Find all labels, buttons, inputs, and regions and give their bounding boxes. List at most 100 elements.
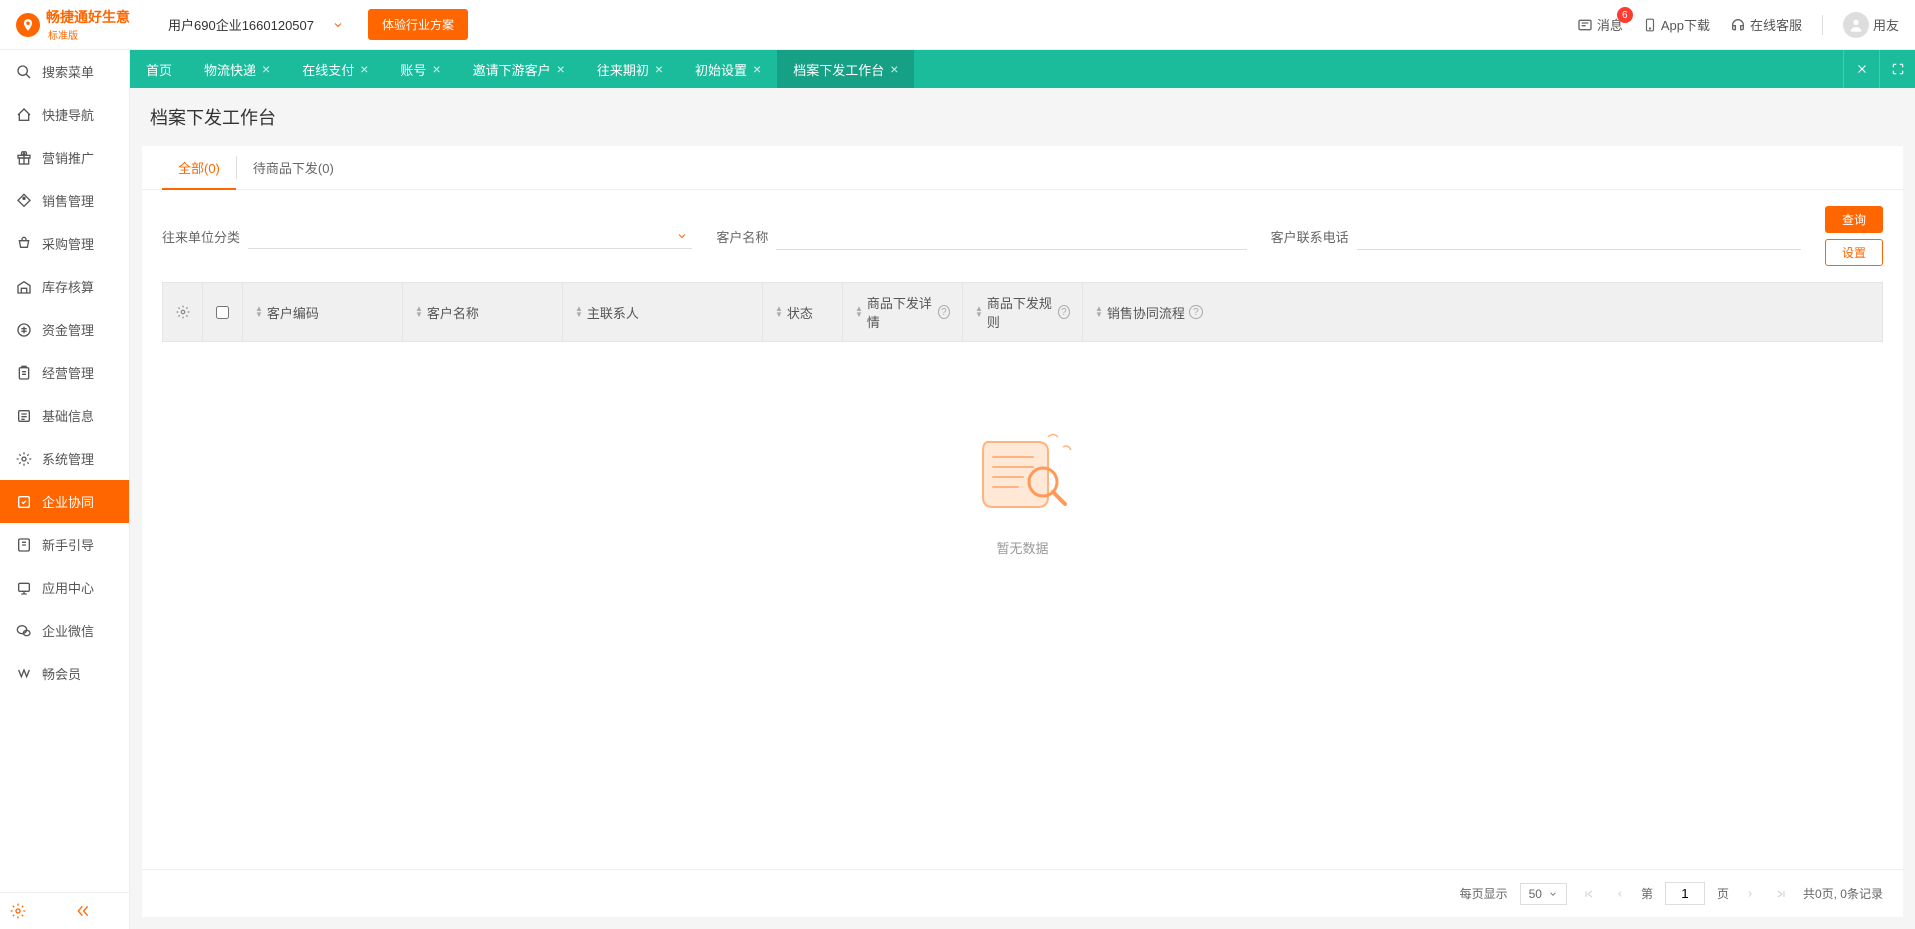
sidebar-item-search[interactable]: 搜索菜单 (0, 50, 129, 93)
tab-5[interactable]: 往来期初 × (581, 50, 679, 88)
sidebar-item-label: 畅会员 (42, 664, 81, 683)
column-header-status[interactable]: ▲▼ 状态 (763, 283, 843, 341)
sidebar-item-label: 库存核算 (42, 277, 94, 296)
sidebar-item-label: 系统管理 (42, 449, 94, 468)
filter-phone-input[interactable] (1357, 222, 1801, 250)
user-menu[interactable]: 用友 (1843, 12, 1899, 38)
fullscreen-button[interactable] (1879, 50, 1915, 88)
tab-label: 邀请下游客户 (473, 60, 551, 79)
user-avatar-icon (1843, 12, 1869, 38)
page-size-select[interactable]: 50 (1520, 883, 1567, 905)
column-flow-label: 销售协同流程 (1107, 303, 1185, 322)
checkbox-input[interactable] (216, 306, 229, 319)
industry-plan-button[interactable]: 体验行业方案 (368, 9, 468, 40)
vip-icon (16, 666, 32, 682)
tab-close-icon[interactable]: × (557, 61, 565, 77)
app-download-link[interactable]: App下载 (1643, 15, 1710, 34)
filters-row: 往来单位分类 客户名称 客户联系电话 (142, 190, 1903, 282)
sidebar-item-warehouse[interactable]: 库存核算 (0, 265, 129, 308)
sidebar-item-wechat[interactable]: 企业微信 (0, 609, 129, 652)
tab-1[interactable]: 物流快递× (188, 50, 286, 88)
column-header-name[interactable]: ▲▼ 客户名称 (403, 283, 563, 341)
mobile-icon (1643, 17, 1657, 33)
sidebar-item-label: 新手引导 (42, 535, 94, 554)
tab-close-icon[interactable]: × (753, 61, 761, 77)
tab-close-icon[interactable]: × (262, 61, 270, 77)
sidebar-item-gift[interactable]: 营销推广 (0, 136, 129, 179)
settings-button[interactable] (0, 893, 65, 929)
sidebar-item-apps[interactable]: 应用中心 (0, 566, 129, 609)
column-header-contact[interactable]: ▲▼ 主联系人 (563, 283, 763, 341)
empty-text: 暂无数据 (996, 538, 1048, 557)
company-name: 用户690企业1660120507 (168, 15, 314, 34)
sort-icon: ▲▼ (575, 306, 583, 318)
filter-name-input[interactable] (776, 222, 1246, 250)
close-all-tabs-button[interactable] (1843, 50, 1879, 88)
tab-6[interactable]: 初始设置× (679, 50, 777, 88)
sidebar-item-cart[interactable]: 采购管理 (0, 222, 129, 265)
sidebar-footer (0, 892, 129, 929)
help-icon[interactable]: ? (938, 305, 950, 319)
sub-tab-pending[interactable]: 待商品下发(0) (237, 146, 350, 189)
table-container: ▲▼ 客户编码 ▲▼ 客户名称 ▲▼ 主联系人 ▲▼ (142, 282, 1903, 869)
messages-link[interactable]: 消息 6 (1577, 15, 1623, 34)
collapse-button[interactable] (65, 893, 130, 929)
column-contact-label: 主联系人 (587, 303, 639, 322)
tab-4[interactable]: 邀请下游客户 × (457, 50, 581, 88)
column-header-rule[interactable]: ▲▼ 商品下发规则 ? (963, 283, 1083, 341)
sidebar-item-label: 应用中心 (42, 578, 94, 597)
per-page-label: 每页显示 (1460, 885, 1508, 902)
filter-category: 往来单位分类 (162, 224, 692, 249)
sidebar-item-home[interactable]: 快捷导航 (0, 93, 129, 136)
tab-close-icon[interactable]: × (360, 61, 368, 77)
select-all-checkbox[interactable] (203, 283, 243, 341)
sub-tab-all[interactable]: 全部(0) (162, 146, 236, 189)
column-header-detail[interactable]: ▲▼ 商品下发详情 ? (843, 283, 963, 341)
page-last-button[interactable] (1771, 888, 1791, 900)
logo-sub: 标准版 (48, 27, 130, 42)
page-first-button[interactable] (1579, 888, 1599, 900)
tab-close-icon[interactable]: × (655, 61, 663, 77)
tabs-bar: 首页物流快递×在线支付×账号×邀请下游客户×往来期初×初始设置×档案下发工作台× (130, 50, 1915, 88)
column-header-flow[interactable]: ▲▼ 销售协同流程 ? (1083, 283, 1882, 341)
query-button[interactable]: 查询 (1825, 206, 1883, 233)
sidebar-item-label: 资金管理 (42, 320, 94, 339)
table-header: ▲▼ 客户编码 ▲▼ 客户名称 ▲▼ 主联系人 ▲▼ (162, 282, 1883, 342)
column-settings[interactable] (163, 283, 203, 341)
tab-close-icon[interactable]: × (890, 61, 898, 77)
wechat-icon (16, 623, 32, 639)
column-status-label: 状态 (787, 303, 813, 322)
empty-state: 暂无数据 (162, 342, 1883, 677)
help-icon[interactable]: ? (1058, 305, 1070, 319)
page-next-button[interactable] (1741, 889, 1759, 899)
filter-category-label: 往来单位分类 (162, 227, 240, 246)
sidebar-item-tag[interactable]: 销售管理 (0, 179, 129, 222)
money-icon (16, 322, 32, 338)
info-icon (16, 408, 32, 424)
settings-filter-button[interactable]: 设置 (1825, 239, 1883, 266)
tab-2[interactable]: 在线支付× (286, 50, 384, 88)
filter-category-select[interactable] (248, 224, 692, 249)
filter-phone: 客户联系电话 (1271, 222, 1801, 250)
tab-close-icon[interactable]: × (432, 61, 440, 77)
sidebar-item-money[interactable]: 资金管理 (0, 308, 129, 351)
online-service-link[interactable]: 在线客服 (1730, 15, 1802, 34)
page-prev-button[interactable] (1611, 889, 1629, 899)
sidebar-item-clipboard[interactable]: 经营管理 (0, 351, 129, 394)
page-title: 档案下发工作台 (130, 88, 1915, 146)
chevron-down-icon (332, 19, 344, 31)
page-number-input[interactable] (1665, 882, 1705, 905)
tab-0[interactable]: 首页 (130, 50, 188, 88)
company-selector[interactable]: 用户690企业1660120507 (156, 11, 356, 38)
sort-icon: ▲▼ (255, 306, 263, 318)
help-icon[interactable]: ? (1189, 305, 1203, 319)
tab-3[interactable]: 账号× (384, 50, 456, 88)
sidebar-item-info[interactable]: 基础信息 (0, 394, 129, 437)
column-header-code[interactable]: ▲▼ 客户编码 (243, 283, 403, 341)
sidebar-item-vip[interactable]: 畅会员 (0, 652, 129, 695)
sidebar-item-guide[interactable]: 新手引导 (0, 523, 129, 566)
tab-7[interactable]: 档案下发工作台× (777, 50, 914, 88)
sidebar-item-collab[interactable]: 企业协同 (0, 480, 129, 523)
sidebar-item-gear[interactable]: 系统管理 (0, 437, 129, 480)
tab-label: 往来期初 (597, 60, 649, 79)
